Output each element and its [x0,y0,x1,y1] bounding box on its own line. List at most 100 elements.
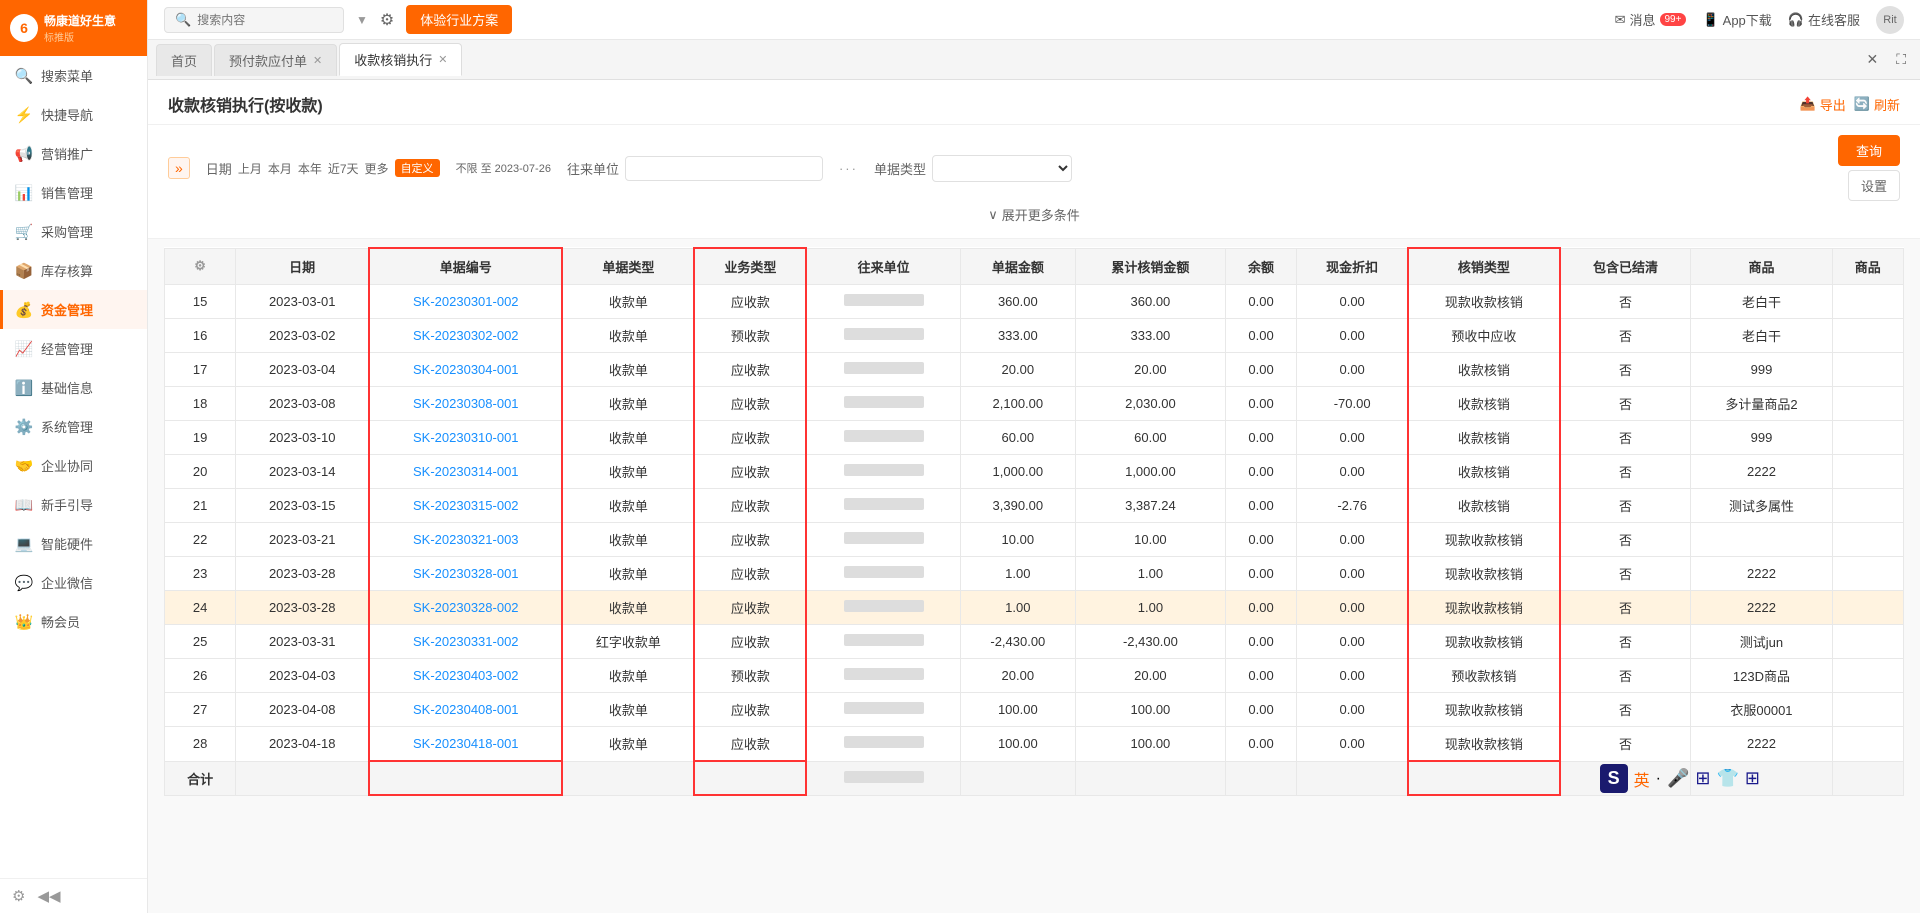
cell-4-5 [806,421,960,455]
sidebar-item-4[interactable]: 🛒采购管理 [0,212,147,251]
cell-1-2: SK-20230302-002 [369,319,562,353]
sidebar-icon-14: 👑 [15,613,33,631]
doc-link[interactable]: SK-20230403-002 [413,668,519,683]
tab-0[interactable]: 首页 [156,44,212,76]
app-download-action[interactable]: 📱 App下载 [1702,10,1771,29]
cell-0-3: 收款单 [562,285,694,319]
doc-link[interactable]: SK-20230308-001 [413,396,519,411]
cell-0-1: 2023-03-01 [236,285,369,319]
filter-expand-button[interactable]: » [168,157,190,179]
sidebar-item-7[interactable]: 📈经营管理 [0,329,147,368]
refresh-button[interactable]: 🔄 刷新 [1854,95,1900,114]
cell-3-12: 多计量商品2 [1691,387,1832,421]
cell-13-9: 0.00 [1297,727,1408,762]
sidebar-item-0[interactable]: 🔍搜索菜单 [0,56,147,95]
date-custom-btn[interactable]: 自定义 [395,159,440,177]
date-more[interactable]: 更多 [365,160,389,177]
doc-link[interactable]: SK-20230302-002 [413,328,519,343]
date-prev-month[interactable]: 上月 [238,160,262,177]
solution-button[interactable]: 体验行业方案 [406,5,512,34]
cell-9-6: 1.00 [960,591,1075,625]
settings-icon[interactable]: ⚙ [12,887,25,905]
doc-link[interactable]: SK-20230418-001 [413,736,519,751]
date-this-month[interactable]: 本月 [268,160,292,177]
sidebar-item-12[interactable]: 💻智能硬件 [0,524,147,563]
filter-settings-button[interactable]: 设置 [1848,170,1900,201]
doc-link[interactable]: SK-20230408-001 [413,702,519,717]
sidebar-item-6[interactable]: 💰资金管理 [0,290,147,329]
sidebar-item-1[interactable]: ⚡快捷导航 [0,95,147,134]
sidebar-item-3[interactable]: 📊销售管理 [0,173,147,212]
cell-14-4 [694,761,806,795]
search-box[interactable]: 🔍 [164,7,344,33]
cell-11-0: 26 [165,659,236,693]
col-settings-icon[interactable]: ⚙ [194,258,206,273]
sidebar-item-9[interactable]: ⚙️系统管理 [0,407,147,446]
online-support-action[interactable]: 🎧 在线客服 [1788,10,1860,29]
cell-1-7: 333.00 [1075,319,1225,353]
doc-link[interactable]: SK-20230315-002 [413,498,519,513]
tab-close-all[interactable]: ✕ [1860,49,1884,70]
doc-link[interactable]: SK-20230328-002 [413,600,519,615]
tab-close-1[interactable]: ✕ [313,54,322,67]
cell-12-3: 收款单 [562,693,694,727]
cell-2-5 [806,353,960,387]
table-row: 222023-03-21SK-20230321-003收款单应收款10.0010… [165,523,1904,557]
collapse-icon[interactable]: ◀◀ [37,887,60,905]
search-chevron-icon[interactable]: ▼ [356,13,368,27]
cell-1-12: 老白干 [1691,319,1832,353]
search-input[interactable] [197,13,317,27]
doc-link[interactable]: SK-20230321-003 [413,532,519,547]
cell-5-8: 0.00 [1225,455,1296,489]
table-row: 282023-04-18SK-20230418-001收款单应收款100.001… [165,727,1904,762]
sidebar-item-13[interactable]: 💬企业微信 [0,563,147,602]
tab-2[interactable]: 收款核销执行✕ [339,43,462,76]
doc-link[interactable]: SK-20230301-002 [413,294,519,309]
cell-13-5 [806,727,960,762]
tab-expand[interactable]: ⛶ [1890,49,1912,70]
main-area: 🔍 ▼ ⚙ 体验行业方案 ✉ 消息 99+ 📱 App下载 🎧 在线客服 Rit… [148,0,1920,913]
filter-partner-group: 往来单位 [567,156,823,181]
tab-1[interactable]: 预付款应付单✕ [214,44,337,76]
search-icon: 🔍 [175,12,191,28]
cell-0-2: SK-20230301-002 [369,285,562,319]
expand-more-icon: ∨ [988,207,998,223]
logo-text: 畅康道好生意 标推版 [44,12,116,44]
app-logo: 6 畅康道好生意 标推版 [0,0,147,56]
sidebar-icon-9: ⚙️ [15,418,33,436]
cell-1-11: 否 [1560,319,1691,353]
cell-8-6: 1.00 [960,557,1075,591]
doc-link[interactable]: SK-20230314-001 [413,464,519,479]
sidebar-item-10[interactable]: 🤝企业协同 [0,446,147,485]
doc-link[interactable]: SK-20230328-001 [413,566,519,581]
doctype-select[interactable]: 收款单 红字收款单 [932,155,1072,182]
sidebar-item-11[interactable]: 📖新手引导 [0,485,147,524]
export-button[interactable]: 📤 导出 [1800,95,1846,114]
message-icon: ✉ [1615,12,1626,28]
cell-12-5 [806,693,960,727]
cell-8-4: 应收款 [694,557,806,591]
doc-link[interactable]: SK-20230331-002 [413,634,519,649]
partner-input[interactable] [625,156,823,181]
cell-11-2: SK-20230403-002 [369,659,562,693]
messages-action[interactable]: ✉ 消息 99+ [1615,10,1687,29]
cell-3-9: -70.00 [1297,387,1408,421]
cell-1-4: 预收款 [694,319,806,353]
date-this-year[interactable]: 本年 [298,160,322,177]
table-row: 272023-04-08SK-20230408-001收款单应收款100.001… [165,693,1904,727]
tab-close-2[interactable]: ✕ [438,53,447,66]
expand-more-row[interactable]: ∨ 展开更多条件 [168,201,1900,228]
date-7days[interactable]: 近7天 [328,160,359,177]
doc-link[interactable]: SK-20230304-001 [413,362,519,377]
sidebar-item-8[interactable]: ℹ️基础信息 [0,368,147,407]
cell-8-7: 1.00 [1075,557,1225,591]
query-button[interactable]: 查询 [1838,135,1900,166]
doc-link[interactable]: SK-20230310-001 [413,430,519,445]
sidebar-item-14[interactable]: 👑畅会员 [0,602,147,641]
sidebar-item-2[interactable]: 📢营销推广 [0,134,147,173]
cell-11-10: 预收款核销 [1408,659,1560,693]
sidebar-item-5[interactable]: 📦库存核算 [0,251,147,290]
user-avatar[interactable]: Rit [1876,6,1904,34]
topbar-gear-icon[interactable]: ⚙ [380,10,394,30]
col-header-3: 单据类型 [562,248,694,285]
